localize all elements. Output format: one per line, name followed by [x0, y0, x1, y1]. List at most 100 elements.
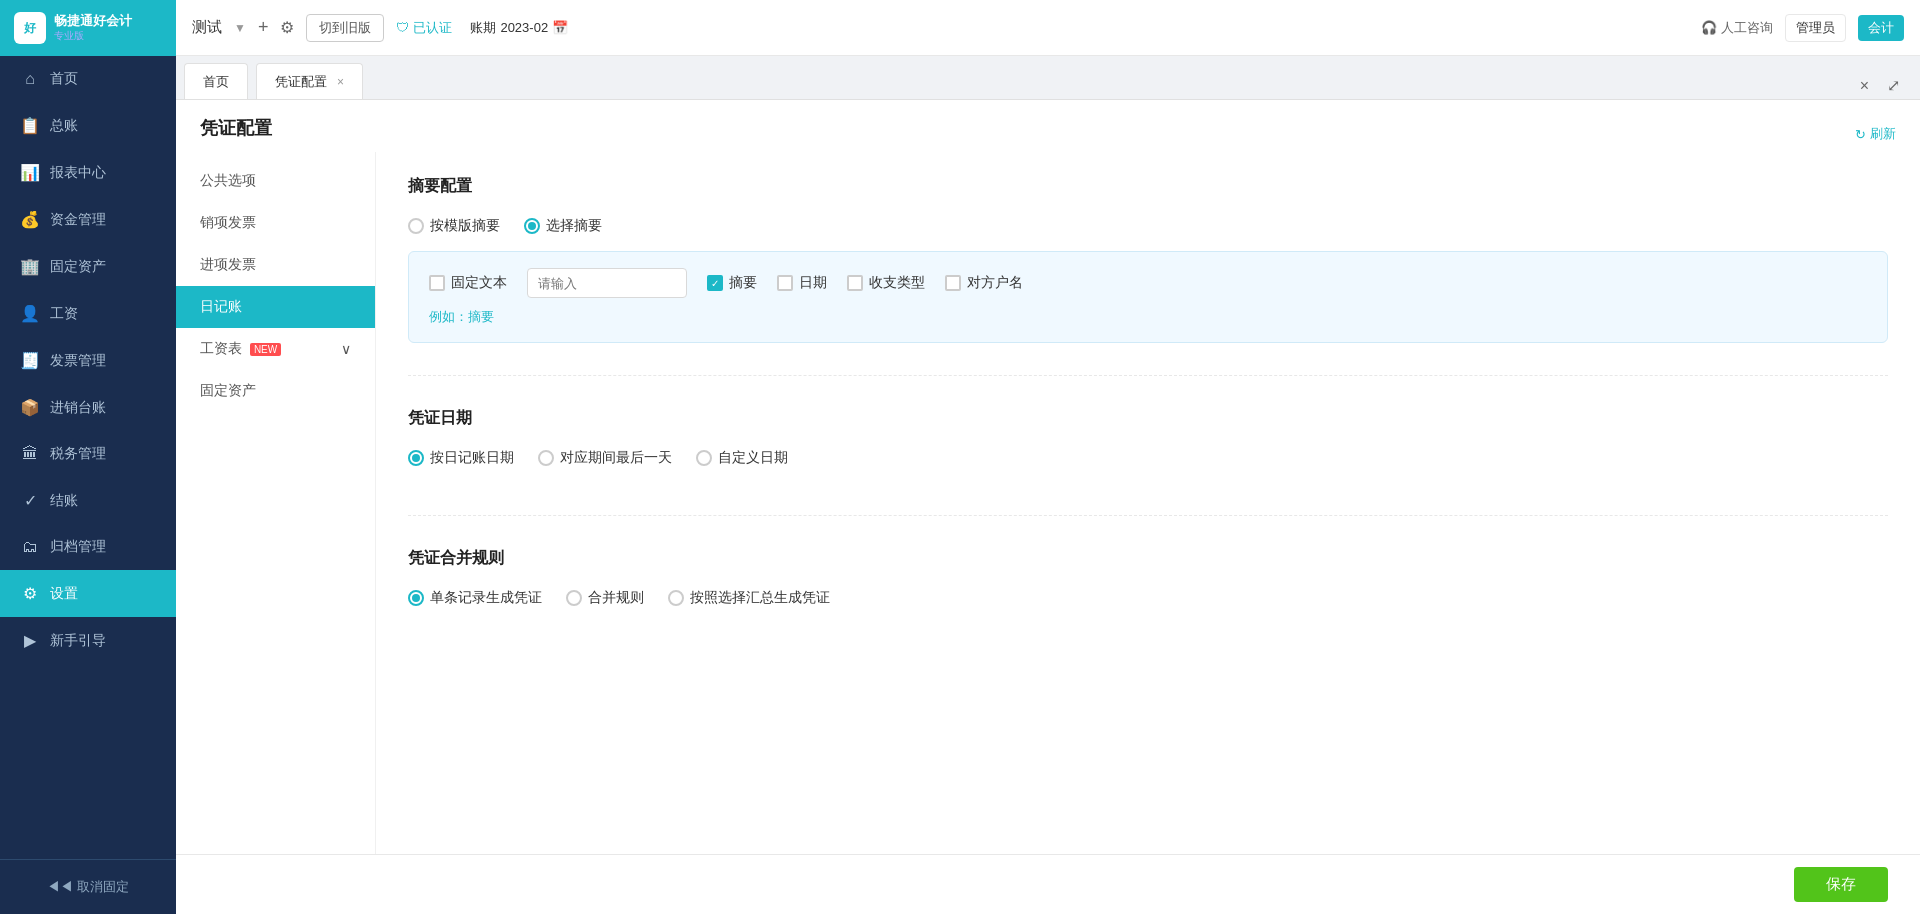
topbar-dropdown-icon[interactable]: ▼: [234, 21, 246, 35]
radio-journal-date[interactable]: 按日记账日期: [408, 449, 514, 467]
merge-config-section: 凭证合并规则 单条记录生成凭证 合并规则 按照选择汇总生成凭证: [408, 548, 1888, 655]
topbar-cert-status: 🛡 已认证: [396, 19, 452, 37]
checkbox-box-counterparty: [945, 275, 961, 291]
radio-select-merge[interactable]: 按照选择汇总生成凭证: [668, 589, 830, 607]
new-badge: NEW: [250, 343, 281, 356]
summary-config-section: 摘要配置 按模版摘要 选择摘要: [408, 176, 1888, 376]
save-button[interactable]: 保存: [1794, 867, 1888, 902]
radio-dot-select: [528, 222, 536, 230]
sidebar-item-tax[interactable]: 🏛 税务管理: [0, 431, 176, 477]
topbar-old-version-button[interactable]: 切到旧版: [306, 14, 384, 42]
checkbox-counterparty[interactable]: 对方户名: [945, 274, 1023, 292]
tabs-bar: 首页 凭证配置 × × ⤢: [176, 56, 1920, 100]
closing-icon: ✓: [20, 491, 40, 510]
radio-template-summary[interactable]: 按模版摘要: [408, 217, 500, 235]
sidebar-item-sales[interactable]: 📦 进销台账: [0, 384, 176, 431]
tab-home[interactable]: 首页: [184, 63, 248, 99]
refresh-button[interactable]: ↻ 刷新: [1855, 125, 1896, 143]
left-nav-journal[interactable]: 日记账: [176, 286, 375, 328]
logo-text: 畅捷通好会计: [54, 13, 132, 30]
sidebar-item-payroll[interactable]: 👤 工资: [0, 290, 176, 337]
radio-circle-custom-date: [696, 450, 712, 466]
radio-circle-journal-date: [408, 450, 424, 466]
reports-icon: 📊: [20, 163, 40, 182]
topbar-user-button[interactable]: 管理员: [1785, 14, 1846, 42]
radio-period-last[interactable]: 对应期间最后一天: [538, 449, 672, 467]
sidebar: 好 畅捷通好会计 专业版 ⌂ 首页 📋 总账 📊 报表中心 💰 资金管理 🏢 固…: [0, 0, 176, 914]
left-nav-sales-invoice[interactable]: 销项发票: [176, 202, 375, 244]
sidebar-item-invoices[interactable]: 🧾 发票管理: [0, 337, 176, 384]
tax-icon: 🏛: [20, 445, 40, 463]
headset-icon: 🎧: [1701, 20, 1717, 35]
funds-icon: 💰: [20, 210, 40, 229]
archive-icon: 🗂: [20, 538, 40, 556]
assets-icon: 🏢: [20, 257, 40, 276]
right-content: 摘要配置 按模版摘要 选择摘要: [376, 152, 1920, 914]
sidebar-item-guide[interactable]: ▶ 新手引导: [0, 617, 176, 664]
checkbox-box-summary: ✓: [707, 275, 723, 291]
radio-circle-select-merge: [668, 590, 684, 606]
calendar-icon[interactable]: 📅: [552, 20, 568, 35]
topbar: 测试 ▼ + ⚙ 切到旧版 🛡 已认证 账期 2023-02 📅 🎧 人工咨询 …: [176, 0, 1920, 56]
content-header: 凭证配置 ↻ 刷新: [176, 100, 1920, 152]
left-nav-purchase-invoice[interactable]: 进项发票: [176, 244, 375, 286]
date-radio-group: 按日记账日期 对应期间最后一天 自定义日期: [408, 449, 1888, 467]
checkbox-fixed-text[interactable]: 固定文本: [429, 274, 507, 292]
sidebar-item-settings[interactable]: ⚙ 设置: [0, 570, 176, 617]
radio-merge-rules[interactable]: 合并规则: [566, 589, 644, 607]
fixed-text-input[interactable]: [527, 268, 687, 298]
radio-select-summary[interactable]: 选择摘要: [524, 217, 602, 235]
topbar-gear-icon[interactable]: ⚙: [280, 18, 294, 37]
summary-example: 例如：摘要: [429, 308, 1867, 326]
left-nav: 公共选项 销项发票 进项发票 日记账 工资表 NEW ∨ 固定资产: [176, 152, 376, 914]
topbar-right: 🎧 人工咨询 管理员 会计: [1701, 14, 1904, 42]
cancel-fixed-button[interactable]: ◀◀ 取消固定: [0, 870, 176, 904]
radio-custom-date[interactable]: 自定义日期: [696, 449, 788, 467]
radio-circle-single: [408, 590, 424, 606]
radio-single-record[interactable]: 单条记录生成凭证: [408, 589, 542, 607]
sidebar-item-closing[interactable]: ✓ 结账: [0, 477, 176, 524]
sidebar-item-assets[interactable]: 🏢 固定资产: [0, 243, 176, 290]
sidebar-logo: 好 畅捷通好会计 专业版: [0, 0, 176, 56]
shield-icon: 🛡: [396, 20, 409, 35]
refresh-icon: ↻: [1855, 127, 1866, 142]
merge-config-title: 凭证合并规则: [408, 548, 1888, 569]
summary-radio-group: 按模版摘要 选择摘要: [408, 217, 1888, 235]
topbar-add-button[interactable]: +: [258, 17, 269, 38]
summary-config-title: 摘要配置: [408, 176, 1888, 197]
chevron-down-icon: ∨: [341, 341, 351, 357]
tab-voucher-config[interactable]: 凭证配置 ×: [256, 63, 363, 99]
checkbox-summary[interactable]: ✓ 摘要: [707, 274, 757, 292]
checkbox-box-date: [777, 275, 793, 291]
radio-circle-select: [524, 218, 540, 234]
radio-circle-merge-rules: [566, 590, 582, 606]
radio-dot-journal-date: [412, 454, 420, 462]
left-nav-payroll-table[interactable]: 工资表 NEW ∨: [176, 328, 375, 370]
summary-config-box: 固定文本 ✓ 摘要 日期: [408, 251, 1888, 343]
sidebar-scroll: ⌂ 首页 📋 总账 📊 报表中心 💰 资金管理 🏢 固定资产 👤 工资 🧾 发票…: [0, 56, 176, 859]
main-content: 凭证配置 ↻ 刷新 公共选项 销项发票 进项发票 日记账 工资表 NEW: [176, 100, 1920, 914]
left-nav-fixed-assets[interactable]: 固定资产: [176, 370, 375, 412]
sidebar-item-archive[interactable]: 🗂 归档管理: [0, 524, 176, 570]
settings-icon: ⚙: [20, 584, 40, 603]
invoices-icon: 🧾: [20, 351, 40, 370]
topbar-service-button[interactable]: 🎧 人工咨询: [1701, 19, 1773, 37]
guide-icon: ▶: [20, 631, 40, 650]
logo-badge: 专业版: [54, 29, 132, 43]
checkbox-date[interactable]: 日期: [777, 274, 827, 292]
topbar-role-button[interactable]: 会计: [1858, 15, 1904, 41]
left-nav-public[interactable]: 公共选项: [176, 160, 375, 202]
tabs-right: × ⤢: [1856, 72, 1920, 99]
sidebar-item-reports[interactable]: 📊 报表中心: [0, 149, 176, 196]
tab-close-icon[interactable]: ×: [337, 75, 344, 89]
content-body: 公共选项 销项发票 进项发票 日记账 工资表 NEW ∨ 固定资产: [176, 152, 1920, 914]
radio-circle-template: [408, 218, 424, 234]
sidebar-item-home[interactable]: ⌂ 首页: [0, 56, 176, 102]
checkbox-payment-type[interactable]: 收支类型: [847, 274, 925, 292]
fullscreen-icon[interactable]: ⤢: [1883, 72, 1904, 99]
checkbox-box-payment-type: [847, 275, 863, 291]
footer-bar: 保存: [176, 854, 1920, 914]
sidebar-item-ledger[interactable]: 📋 总账: [0, 102, 176, 149]
sidebar-item-funds[interactable]: 💰 资金管理: [0, 196, 176, 243]
close-window-icon[interactable]: ×: [1856, 73, 1873, 99]
